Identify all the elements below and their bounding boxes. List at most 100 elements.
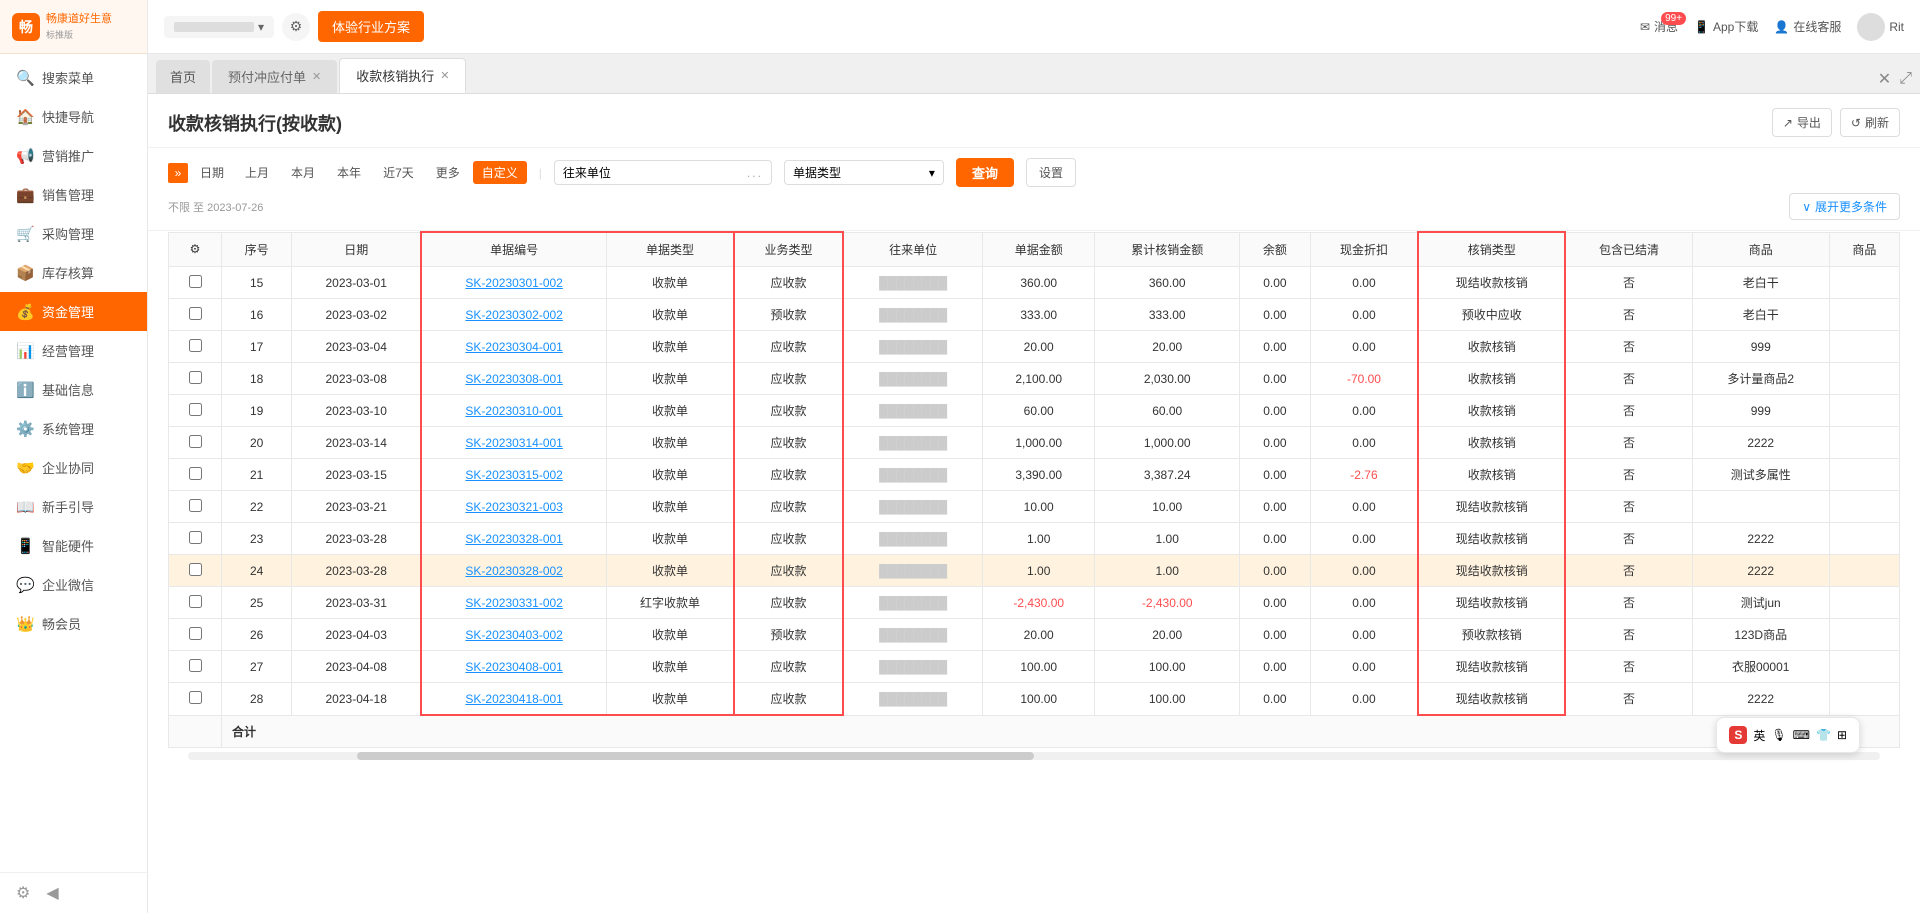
doc-no-link[interactable]: SK-20230408-001 bbox=[465, 660, 562, 674]
sidebar-item-sales[interactable]: 💼 销售管理 bbox=[0, 175, 147, 214]
cell-checkbox[interactable] bbox=[169, 587, 222, 619]
tabbar-right: ✕ ⤢ bbox=[1878, 69, 1912, 93]
date-btn-this-month[interactable]: 本月 bbox=[282, 161, 324, 184]
partner-filter-input[interactable] bbox=[619, 166, 739, 180]
float-widget-grid-icon[interactable]: ⊞ bbox=[1837, 728, 1847, 742]
cell-cash-discount: 0.00 bbox=[1310, 331, 1418, 363]
cell-total-cancel: 360.00 bbox=[1095, 267, 1240, 299]
gear-button[interactable]: ⚙ bbox=[282, 13, 310, 41]
cell-doc-amount: 100.00 bbox=[983, 683, 1095, 716]
float-widget-mic-icon[interactable]: 🎙 bbox=[1771, 728, 1786, 742]
refresh-button[interactable]: ↺ 刷新 bbox=[1840, 108, 1900, 137]
date-btn-7days[interactable]: 近7天 bbox=[374, 161, 423, 184]
doc-no-link[interactable]: SK-20230328-001 bbox=[465, 532, 562, 546]
doc-no-link[interactable]: SK-20230302-002 bbox=[465, 308, 562, 322]
online-support-item[interactable]: 👤 在线客服 bbox=[1774, 18, 1841, 35]
query-button[interactable]: 查询 bbox=[956, 158, 1014, 187]
cell-doc-amount: 360.00 bbox=[983, 267, 1095, 299]
tab-home[interactable]: 首页 bbox=[156, 60, 210, 93]
sidebar-label-inventory: 库存核算 bbox=[42, 263, 94, 282]
doc-no-link[interactable]: SK-20230315-002 bbox=[465, 468, 562, 482]
prepay-tab-close-icon[interactable]: ✕ bbox=[312, 70, 321, 83]
expand-conditions-button[interactable]: ∨ 展开更多条件 bbox=[1789, 193, 1900, 220]
sidebar-label-guide: 新手引导 bbox=[42, 497, 94, 516]
page-header: 收款核销执行(按收款) ↗ 导出 ↺ 刷新 bbox=[148, 94, 1920, 148]
sidebar-item-basic[interactable]: ℹ️ 基础信息 bbox=[0, 370, 147, 409]
sidebar-label-operation: 经营管理 bbox=[42, 341, 94, 360]
cell-checkbox[interactable] bbox=[169, 523, 222, 555]
doc-no-link[interactable]: SK-20230331-002 bbox=[465, 596, 562, 610]
float-widget-shirt-icon[interactable]: 👕 bbox=[1816, 728, 1831, 742]
sidebar-item-search[interactable]: 🔍 搜索菜单 bbox=[0, 58, 147, 97]
date-btn-this-year[interactable]: 本年 bbox=[328, 161, 370, 184]
sidebar-item-marketing[interactable]: 📢 营销推广 bbox=[0, 136, 147, 175]
industry-solution-button[interactable]: 体验行业方案 bbox=[318, 11, 424, 42]
sidebar-item-quicknav[interactable]: 🏠 快捷导航 bbox=[0, 97, 147, 136]
cell-checkbox[interactable] bbox=[169, 491, 222, 523]
settings-button[interactable]: 设置 bbox=[1026, 158, 1076, 187]
sidebar-item-guide[interactable]: 📖 新手引导 bbox=[0, 487, 147, 526]
cell-balance: 0.00 bbox=[1240, 363, 1310, 395]
date-btn-last-month[interactable]: 上月 bbox=[236, 161, 278, 184]
cell-partner: ████████ bbox=[843, 683, 983, 716]
date-btn-more[interactable]: 更多 bbox=[427, 161, 469, 184]
notification-item[interactable]: ✉ 消息 99+ bbox=[1640, 18, 1678, 35]
sidebar-item-system[interactable]: ⚙️ 系统管理 bbox=[0, 409, 147, 448]
nav-dropdown[interactable]: ▾ bbox=[164, 16, 274, 38]
cell-no: 21 bbox=[222, 459, 292, 491]
tab-prepay[interactable]: 预付冲应付单 ✕ bbox=[212, 60, 337, 93]
cell-no: 28 bbox=[222, 683, 292, 716]
sidebar-collapse-icon[interactable]: ◀ bbox=[46, 883, 58, 903]
doc-no-link[interactable]: SK-20230418-001 bbox=[465, 692, 562, 706]
sidebar-item-wechat[interactable]: 💬 企业微信 bbox=[0, 565, 147, 604]
cell-checkbox[interactable] bbox=[169, 299, 222, 331]
user-name-item[interactable]: Rit bbox=[1857, 13, 1904, 41]
scrollbar-thumb[interactable] bbox=[357, 752, 1034, 760]
tab-close-all-icon[interactable]: ✕ bbox=[1878, 69, 1891, 89]
tab-collection[interactable]: 收款核销执行 ✕ bbox=[339, 58, 466, 93]
sidebar-item-inventory[interactable]: 📦 库存核算 bbox=[0, 253, 147, 292]
cell-checkbox[interactable] bbox=[169, 395, 222, 427]
doc-no-link[interactable]: SK-20230328-002 bbox=[465, 564, 562, 578]
float-widget-keyboard-icon[interactable]: ⌨ bbox=[1793, 728, 1810, 742]
cell-balance: 0.00 bbox=[1240, 523, 1310, 555]
doc-type-filter[interactable]: 单据类型 ▾ bbox=[784, 160, 944, 185]
doc-no-link[interactable]: SK-20230301-002 bbox=[465, 276, 562, 290]
cell-checkbox[interactable] bbox=[169, 363, 222, 395]
app-download-item[interactable]: 📱 App下载 bbox=[1694, 18, 1758, 35]
cell-biz-type: 应收款 bbox=[734, 683, 843, 716]
cell-checkbox[interactable] bbox=[169, 331, 222, 363]
cell-checkbox[interactable] bbox=[169, 427, 222, 459]
cell-doc-type: 收款单 bbox=[607, 619, 734, 651]
doc-no-link[interactable]: SK-20230403-002 bbox=[465, 628, 562, 642]
export-button[interactable]: ↗ 导出 bbox=[1772, 108, 1832, 137]
cell-cash-discount: 0.00 bbox=[1310, 651, 1418, 683]
cell-checkbox[interactable] bbox=[169, 459, 222, 491]
sidebar-item-hardware[interactable]: 📱 智能硬件 bbox=[0, 526, 147, 565]
sidebar-settings-icon[interactable]: ⚙ bbox=[16, 883, 30, 903]
tab-expand-icon[interactable]: ⤢ bbox=[1899, 70, 1912, 88]
sidebar-item-operation[interactable]: 📊 经营管理 bbox=[0, 331, 147, 370]
collection-tab-close-icon[interactable]: ✕ bbox=[440, 69, 449, 82]
partner-filter-group[interactable]: 往来单位 ... bbox=[554, 160, 772, 185]
cell-checkbox[interactable] bbox=[169, 683, 222, 716]
cell-checkbox[interactable] bbox=[169, 651, 222, 683]
cell-product: 999 bbox=[1692, 331, 1829, 363]
doc-no-link[interactable]: SK-20230314-001 bbox=[465, 436, 562, 450]
doc-no-link[interactable]: SK-20230321-003 bbox=[465, 500, 562, 514]
horizontal-scrollbar[interactable] bbox=[188, 752, 1880, 760]
doc-no-link[interactable]: SK-20230308-001 bbox=[465, 372, 562, 386]
cell-checkbox[interactable] bbox=[169, 619, 222, 651]
cell-product2 bbox=[1829, 459, 1899, 491]
doc-no-link[interactable]: SK-20230304-001 bbox=[465, 340, 562, 354]
sidebar-item-enterprise[interactable]: 🤝 企业协同 bbox=[0, 448, 147, 487]
sidebar-item-purchase[interactable]: 🛒 采购管理 bbox=[0, 214, 147, 253]
date-btn-custom[interactable]: 自定义 bbox=[473, 161, 527, 184]
cell-checkbox[interactable] bbox=[169, 555, 222, 587]
cell-checkbox[interactable] bbox=[169, 267, 222, 299]
sidebar-item-finance[interactable]: 💰 资金管理 bbox=[0, 292, 147, 331]
th-settings[interactable]: ⚙ bbox=[169, 232, 222, 267]
doc-no-link[interactable]: SK-20230310-001 bbox=[465, 404, 562, 418]
filter-toggle-button[interactable]: » bbox=[168, 163, 188, 183]
sidebar-item-member[interactable]: 👑 畅会员 bbox=[0, 604, 147, 643]
